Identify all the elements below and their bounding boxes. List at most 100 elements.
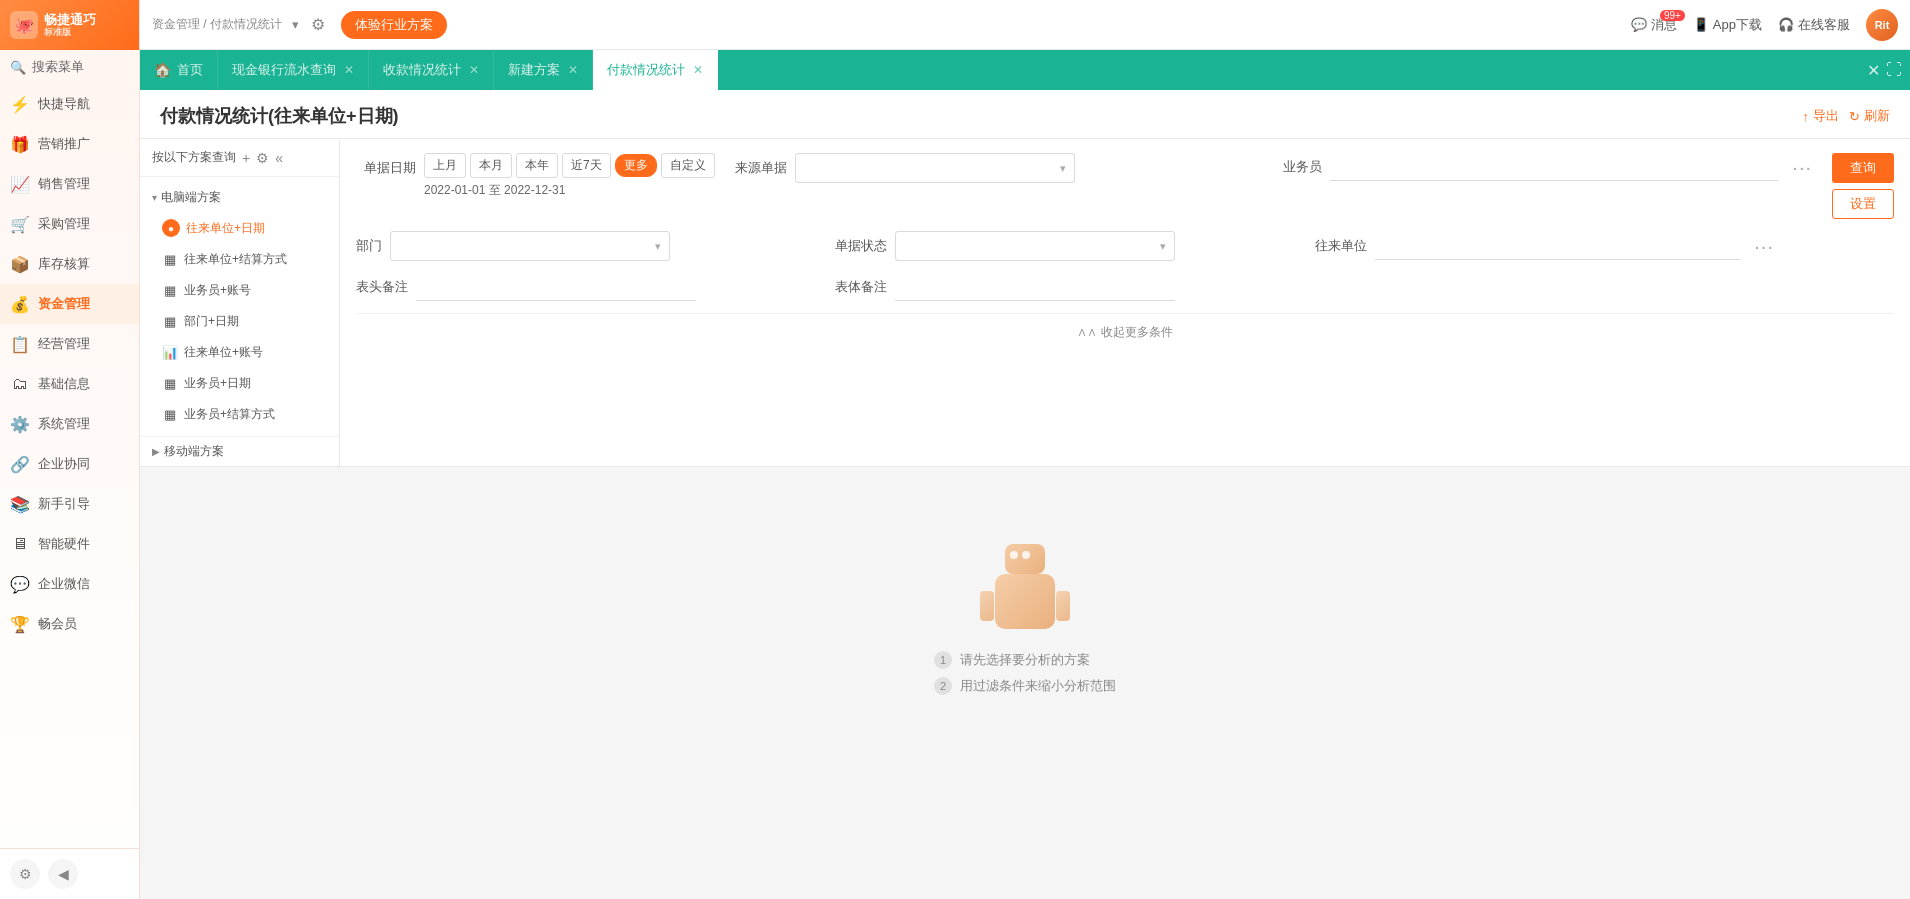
voucher-status-arrow: ▾ <box>1160 240 1166 253</box>
page-content: 付款情况统计(往来单位+日期) ↑ 导出 ↻ 刷新 按以下方案查询 + <box>140 90 1910 899</box>
sidebar-nav: ⚡ 快捷导航 🎁 营销推广 📈 销售管理 🛒 采购管理 📦 库存核算 💰 资金管… <box>0 84 139 848</box>
tab-newscheme[interactable]: 新建方案 ✕ <box>494 50 593 90</box>
desktop-group-header[interactable]: ▾ 电脑端方案 <box>140 183 339 212</box>
staff-input[interactable] <box>1330 153 1778 181</box>
receipt-close-icon[interactable]: ✕ <box>469 63 479 77</box>
empty-state: 1 请先选择要分析的方案 2 用过滤条件来缩小分析范围 <box>934 539 1116 695</box>
message-icon: 💬 <box>1631 17 1647 32</box>
hint-2: 2 用过滤条件来缩小分析范围 <box>934 677 1116 695</box>
scheme-item-unit-account[interactable]: 📊 往来单位+账号 <box>140 337 339 368</box>
online-service-action[interactable]: 🎧 在线客服 <box>1778 16 1850 34</box>
dept-select[interactable]: ▾ <box>390 231 670 261</box>
hint-num-2: 2 <box>934 677 952 695</box>
sidebar-item-wechat[interactable]: 💬 企业微信 <box>0 564 139 604</box>
scheme-item-unit-settle[interactable]: ▦ 往来单位+结算方式 <box>140 244 339 275</box>
service-icon: 🎧 <box>1778 17 1794 32</box>
counterpart-input[interactable] <box>1375 232 1741 260</box>
sidebar-item-vip[interactable]: 🏆 畅会员 <box>0 604 139 644</box>
sidebar-item-operation[interactable]: 📋 经营管理 <box>0 324 139 364</box>
breadcrumb-chevron[interactable]: ▾ <box>292 17 299 32</box>
avatar[interactable]: Rit <box>1866 9 1898 41</box>
scheme-table-icon-2: ▦ <box>162 283 178 299</box>
trial-btn[interactable]: 体验行业方案 <box>341 11 447 39</box>
main-filter: 单据日期 上月 本月 本年 近7天 更多 自定义 2022-01-01 至 20… <box>340 139 1910 466</box>
tab-maximize-icon[interactable]: ⛶ <box>1886 61 1902 79</box>
sidebar-collapse-btn[interactable]: ◀ <box>48 859 78 889</box>
scheme-collapse-icon[interactable]: « <box>275 150 283 166</box>
source-select[interactable]: ▾ <box>795 153 1075 183</box>
scheme-sidebar-header: 按以下方案查询 + ⚙ « <box>140 139 339 177</box>
collapse-bar[interactable]: ∧∧ 收起更多条件 <box>356 313 1894 351</box>
sidebar-item-guide[interactable]: 📚 新手引导 <box>0 484 139 524</box>
tabbar-actions: ✕ ⛶ <box>1859 50 1910 90</box>
scheme-item-staff-date[interactable]: ▦ 业务员+日期 <box>140 368 339 399</box>
date-btn-more[interactable]: 更多 <box>615 154 657 177</box>
scheme-item-unit-date[interactable]: ● 往来单位+日期 <box>140 212 339 244</box>
sidebar-item-enterprise[interactable]: 🔗 企业协同 <box>0 444 139 484</box>
system-icon: ⚙️ <box>10 414 30 434</box>
operation-icon: 📋 <box>10 334 30 354</box>
date-btn-custom[interactable]: 自定义 <box>661 153 715 178</box>
app-download-action[interactable]: 📱 App下载 <box>1693 16 1762 34</box>
date-btn-this-year[interactable]: 本年 <box>516 153 558 178</box>
counterpart-label: 往来单位 <box>1315 237 1367 255</box>
sidebar-item-inventory[interactable]: 📦 库存核算 <box>0 244 139 284</box>
sidebar-item-basicinfo[interactable]: 🗂 基础信息 <box>0 364 139 404</box>
body-note-input[interactable] <box>895 273 1175 301</box>
sidebar-item-sales[interactable]: 📈 销售管理 <box>0 164 139 204</box>
scheme-item-staff-settle[interactable]: ▦ 业务员+结算方式 <box>140 399 339 430</box>
mobile-group-header[interactable]: ▶ 移动端方案 <box>140 436 339 466</box>
sidebar-item-marketing[interactable]: 🎁 营销推广 <box>0 124 139 164</box>
tab-close-all-icon[interactable]: ✕ <box>1867 61 1880 80</box>
refresh-btn[interactable]: ↻ 刷新 <box>1849 107 1890 125</box>
export-btn[interactable]: ↑ 导出 <box>1803 107 1840 125</box>
scheme-table-icon-1: ▦ <box>162 252 178 268</box>
home-icon: 🏠 <box>154 62 171 78</box>
sidebar-settings-btn[interactable]: ⚙ <box>10 859 40 889</box>
date-btn-this-month[interactable]: 本月 <box>470 153 512 178</box>
page-header: 付款情况统计(往来单位+日期) ↑ 导出 ↻ 刷新 <box>140 90 1910 139</box>
scheme-add-icon[interactable]: + <box>242 150 250 166</box>
hint-num-1: 1 <box>934 651 952 669</box>
vip-icon: 🏆 <box>10 614 30 634</box>
payment-close-icon[interactable]: ✕ <box>693 63 703 77</box>
staff-ellipsis[interactable]: ··· <box>1792 156 1812 179</box>
search-icon: 🔍 <box>10 60 26 75</box>
sidebar-item-purchase[interactable]: 🛒 采购管理 <box>0 204 139 244</box>
tab-cashflow[interactable]: 现金银行流水查询 ✕ <box>218 50 369 90</box>
tab-payment[interactable]: 付款情况统计 ✕ <box>593 50 718 90</box>
sidebar-item-system[interactable]: ⚙️ 系统管理 <box>0 404 139 444</box>
newscheme-close-icon[interactable]: ✕ <box>568 63 578 77</box>
message-action[interactable]: 💬 消息 99+ <box>1631 16 1677 34</box>
results-area: 1 请先选择要分析的方案 2 用过滤条件来缩小分析范围 <box>140 467 1910 767</box>
sidebar-item-capital[interactable]: 💰 资金管理 <box>0 284 139 324</box>
collapse-up-icon: ∧∧ <box>1077 325 1097 339</box>
settings-btn[interactable]: 设置 <box>1832 189 1894 219</box>
tab-home[interactable]: 🏠 首页 <box>140 50 218 90</box>
sidebar-item-hardware[interactable]: 🖥 智能硬件 <box>0 524 139 564</box>
guide-icon: 📚 <box>10 494 30 514</box>
voucher-status-select[interactable]: ▾ <box>895 231 1175 261</box>
desktop-group-arrow: ▾ <box>152 192 157 203</box>
body-note-label: 表体备注 <box>835 278 887 296</box>
cashflow-close-icon[interactable]: ✕ <box>344 63 354 77</box>
scheme-active-dot: ● <box>162 219 180 237</box>
sidebar-item-shortcut[interactable]: ⚡ 快捷导航 <box>0 84 139 124</box>
search-menu[interactable]: 🔍 搜索菜单 <box>0 50 139 84</box>
counterpart-ellipsis[interactable]: ··· <box>1754 235 1774 258</box>
query-btn[interactable]: 查询 <box>1832 153 1894 183</box>
date-btn-7days[interactable]: 近7天 <box>562 153 611 178</box>
scheme-settings-icon[interactable]: ⚙ <box>256 150 269 166</box>
scheme-table-icon-5: ▦ <box>162 407 178 423</box>
scheme-item-staff-account[interactable]: ▦ 业务员+账号 <box>140 275 339 306</box>
app-icon: 📱 <box>1693 17 1709 32</box>
tab-receipt[interactable]: 收款情况统计 ✕ <box>369 50 494 90</box>
dept-select-arrow: ▾ <box>655 240 661 253</box>
header-note-input[interactable] <box>416 273 696 301</box>
sidebar: 🐙 畅捷通巧 标准版 🔍 搜索菜单 ⚡ 快捷导航 🎁 营销推广 📈 销售管理 🛒… <box>0 0 140 899</box>
date-btn-last-month[interactable]: 上月 <box>424 153 466 178</box>
scheme-item-dept-date[interactable]: ▦ 部门+日期 <box>140 306 339 337</box>
sales-icon: 📈 <box>10 174 30 194</box>
topbar-gear-icon[interactable]: ⚙ <box>311 15 325 34</box>
scheme-table-icon-3: ▦ <box>162 314 178 330</box>
